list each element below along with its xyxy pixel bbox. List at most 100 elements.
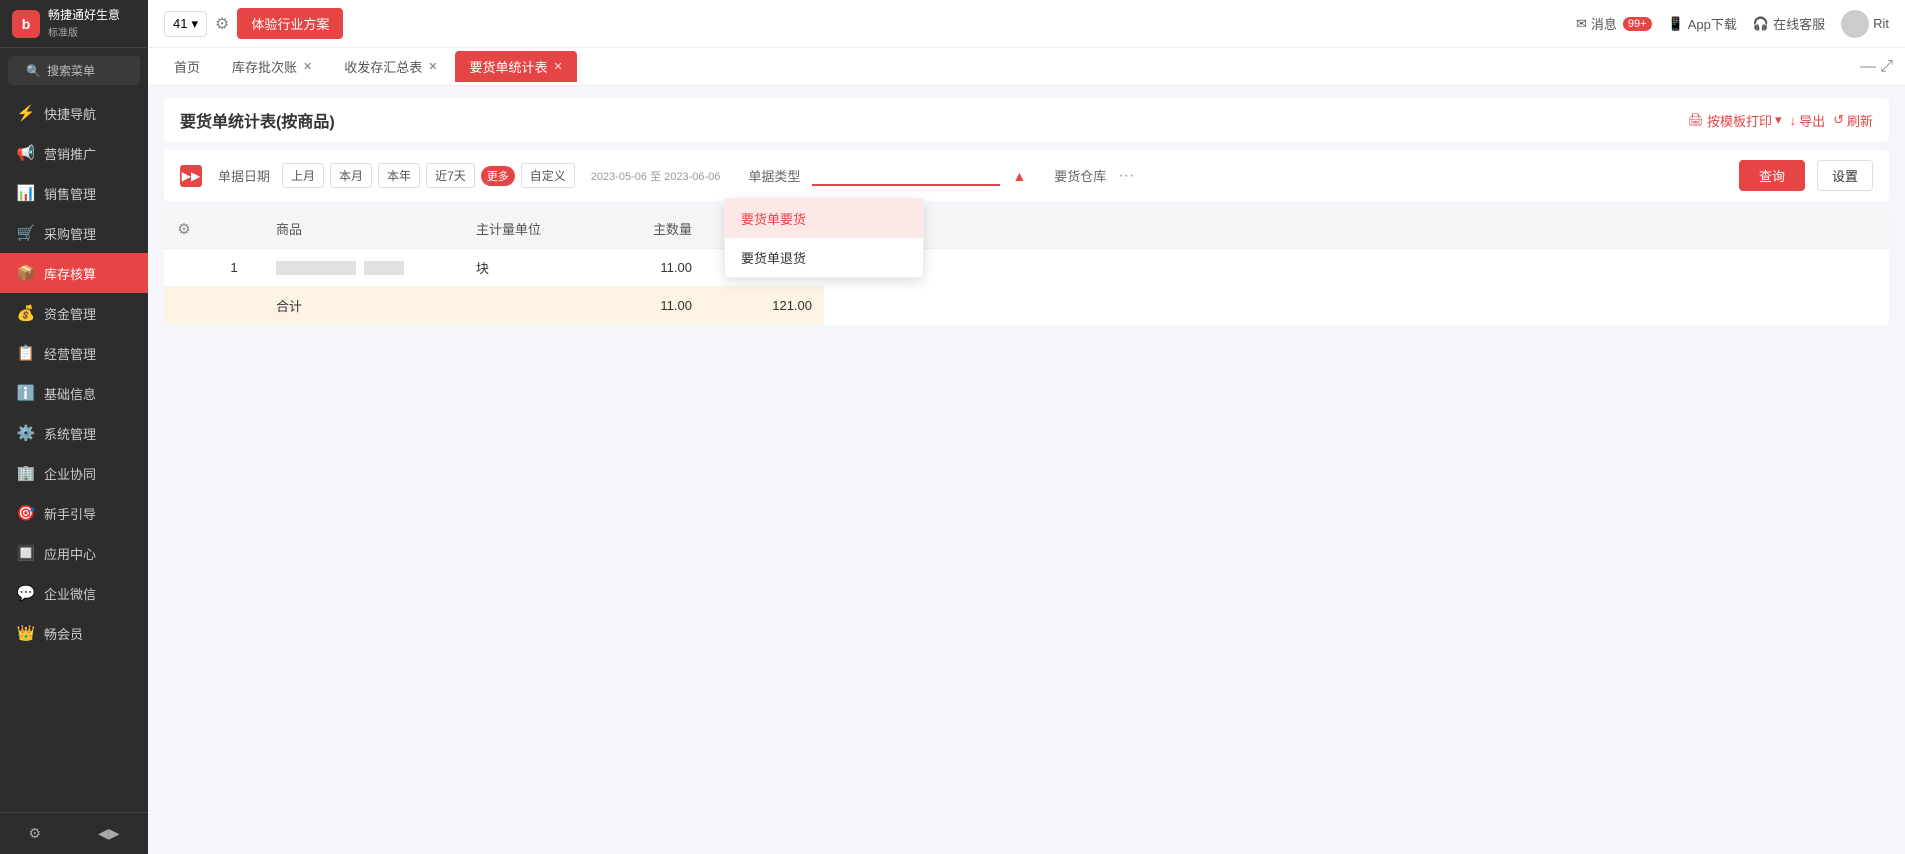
sidebar-item-inventory[interactable]: 📦 库存核算	[0, 253, 148, 293]
th-no	[204, 209, 264, 249]
message-icon: ✉	[1576, 16, 1587, 32]
td-unit: 块	[464, 249, 584, 287]
app-download-btn[interactable]: 📱 App下载	[1668, 14, 1737, 33]
sidebar-item-purchase[interactable]: 🛒 采购管理	[0, 213, 148, 253]
td-goods	[264, 249, 464, 287]
sidebar-item-wechat[interactable]: 💬 企业微信	[0, 573, 148, 613]
headset-icon: 🎧	[1753, 16, 1769, 32]
td-total-label: 合计	[264, 287, 464, 325]
phone-icon: 📱	[1668, 16, 1684, 32]
sidebar-item-system[interactable]: ⚙️ 系统管理	[0, 413, 148, 453]
export-btn[interactable]: ↓ 导出	[1790, 111, 1826, 130]
purchase-icon: 🛒	[16, 223, 36, 243]
sidebar-item-basic[interactable]: ℹ️ 基础信息	[0, 373, 148, 413]
sidebar-nav: ⚡ 快捷导航 📢 营销推广 📊 销售管理 🛒 采购管理 📦 库存核算 💰 资金管…	[0, 93, 148, 812]
settings-bottom-btn[interactable]: ⚙	[20, 821, 49, 846]
sidebar-item-operations[interactable]: 📋 经营管理	[0, 333, 148, 373]
messages-btn[interactable]: ✉ 消息 99+	[1576, 14, 1652, 33]
dropdown-item-return[interactable]: 要货单退货	[725, 238, 923, 277]
operations-icon: 📋	[16, 343, 36, 363]
member-icon: 👑	[16, 623, 36, 643]
sidebar-item-sales[interactable]: 📊 销售管理	[0, 173, 148, 213]
tab-order-label: 要货单统计表	[469, 57, 547, 76]
goods-placeholder-1	[276, 261, 356, 275]
data-table: ⚙ 商品 主计量单位 主数量 零售金额 1	[164, 209, 1889, 325]
sidebar-logo: b 畅捷通好生意 标准版	[0, 0, 148, 48]
tab-home[interactable]: 首页	[160, 51, 214, 82]
branch-selector[interactable]: 41 ▾	[164, 11, 207, 37]
td-total-qty: 11.00	[584, 287, 704, 325]
sidebar-item-quick[interactable]: ⚡ 快捷导航	[0, 93, 148, 133]
filter-type-dropdown-icon[interactable]: ▲	[1012, 168, 1026, 184]
page-header: 要货单统计表(按商品) 🖨 按模板打印 ▾ ↓ 导出 ↺ 刷新	[164, 98, 1889, 142]
th-unit: 主计量单位	[464, 209, 584, 249]
table-row: 1 块 11.00 121.00	[164, 249, 1889, 287]
finance-icon: 💰	[16, 303, 36, 323]
sidebar-item-enterprise[interactable]: 🏢 企业协同	[0, 453, 148, 493]
date-btn-this-month[interactable]: 本月	[330, 163, 372, 188]
apps-icon: 🔲	[16, 543, 36, 563]
date-btn-this-year[interactable]: 本年	[378, 163, 420, 188]
sidebar-item-marketing[interactable]: 📢 营销推广	[0, 133, 148, 173]
tab-minimize-btn[interactable]: —	[1860, 58, 1876, 76]
results-table: ⚙ 商品 主计量单位 主数量 零售金额 1	[164, 209, 1889, 325]
td-settings	[164, 249, 204, 287]
tab-batch-label: 库存批次账	[232, 57, 297, 76]
topbar-gear-icon[interactable]: ⚙	[215, 14, 229, 34]
tabs-bar: 首页 库存批次账 ✕ 收发存汇总表 ✕ 要货单统计表 ✕ — ⤢	[148, 48, 1905, 86]
date-btn-last-month[interactable]: 上月	[282, 163, 324, 188]
industry-btn[interactable]: 体验行业方案	[237, 8, 343, 39]
tab-summary-close[interactable]: ✕	[428, 60, 437, 73]
date-btn-more[interactable]: 更多	[481, 166, 515, 186]
sidebar-item-finance[interactable]: 💰 资金管理	[0, 293, 148, 333]
system-icon: ⚙️	[16, 423, 36, 443]
refresh-btn[interactable]: ↺ 刷新	[1833, 111, 1873, 130]
print-btn[interactable]: 🖨 按模板打印 ▾	[1688, 111, 1782, 130]
table-head: ⚙ 商品 主计量单位 主数量 零售金额	[164, 209, 1889, 249]
branch-value: 41	[173, 16, 187, 31]
th-filler	[824, 209, 1889, 249]
avatar	[1841, 10, 1869, 38]
tab-batch-close[interactable]: ✕	[303, 60, 312, 73]
page-title: 要货单统计表(按商品)	[180, 108, 335, 132]
td-qty: 11.00	[584, 249, 704, 287]
tab-order[interactable]: 要货单统计表 ✕	[455, 51, 576, 82]
table-foot: 合计 11.00 121.00	[164, 287, 1889, 325]
user-name: Rit	[1873, 16, 1889, 31]
td-total-amount: 121.00	[704, 287, 824, 325]
content-area: 要货单统计表(按商品) 🖨 按模板打印 ▾ ↓ 导出 ↺ 刷新	[148, 86, 1905, 854]
date-btn-7days[interactable]: 近7天	[426, 163, 475, 188]
filter-type-input[interactable]	[812, 165, 1000, 186]
search-menu-item[interactable]: 🔍 搜索菜单	[8, 56, 140, 85]
app-download-label: App下载	[1688, 14, 1737, 33]
query-btn[interactable]: 查询	[1739, 160, 1805, 191]
tab-summary-label: 收发存汇总表	[344, 57, 422, 76]
settings-btn[interactable]: 设置	[1817, 160, 1873, 191]
topbar-left: 41 ▾ ⚙ 体验行业方案	[164, 8, 343, 39]
enterprise-icon: 🏢	[16, 463, 36, 483]
topbar-right: ✉ 消息 99+ 📱 App下载 🎧 在线客服 Rit	[1576, 10, 1889, 38]
sidebar: b 畅捷通好生意 标准版 🔍 搜索菜单 ⚡ 快捷导航 📢 营销推广 📊 销售管理…	[0, 0, 148, 854]
marketing-icon: 📢	[16, 143, 36, 163]
th-settings[interactable]: ⚙	[164, 209, 204, 249]
collapse-sidebar-btn[interactable]: ◀▶	[90, 821, 128, 846]
sidebar-item-guide[interactable]: 🎯 新手引导	[0, 493, 148, 533]
filter-date-btns: 上月 本月 本年 近7天 更多 自定义	[282, 163, 575, 188]
tab-order-close[interactable]: ✕	[554, 60, 563, 73]
wechat-icon: 💬	[16, 583, 36, 603]
sidebar-item-apps[interactable]: 🔲 应用中心	[0, 533, 148, 573]
tab-batch[interactable]: 库存批次账 ✕	[218, 51, 326, 82]
message-badge: 99+	[1623, 17, 1652, 31]
filter-warehouse-dots[interactable]: ···	[1118, 167, 1134, 185]
column-settings-icon[interactable]: ⚙	[177, 221, 190, 238]
filter-bar: ▶▶ 单据日期 上月 本月 本年 近7天 更多 自定义 2023-05-06 至…	[164, 150, 1889, 201]
tab-summary[interactable]: 收发存汇总表 ✕	[330, 51, 451, 82]
tab-expand-btn[interactable]: ⤢	[1880, 58, 1893, 76]
user-avatar-btn[interactable]: Rit	[1841, 10, 1889, 38]
goods-placeholder-2	[364, 261, 404, 275]
sidebar-item-member[interactable]: 👑 畅会员	[0, 613, 148, 653]
date-btn-custom[interactable]: 自定义	[521, 163, 575, 188]
filter-expand-btn[interactable]: ▶▶	[180, 165, 202, 187]
dropdown-item-order[interactable]: 要货单要货	[725, 199, 923, 238]
online-service-btn[interactable]: 🎧 在线客服	[1753, 14, 1825, 33]
